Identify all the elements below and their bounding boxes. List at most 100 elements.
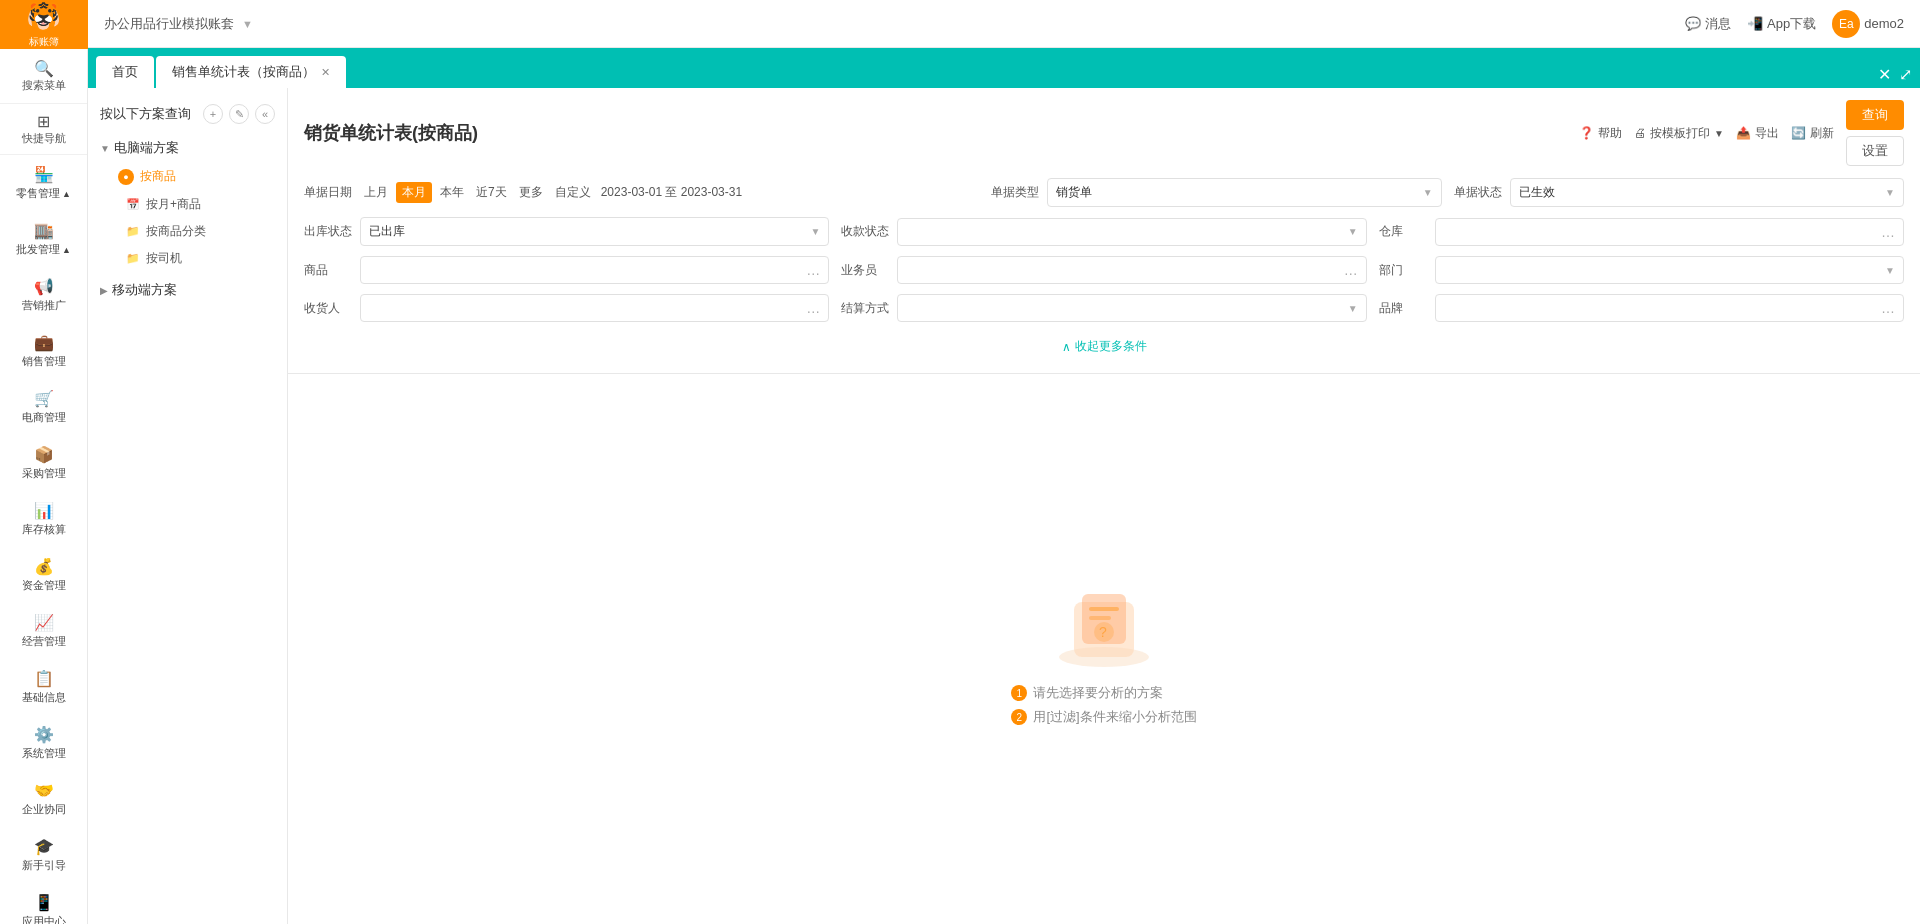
user-profile[interactable]: Ea demo2 bbox=[1832, 10, 1904, 38]
payment-arrow-icon: ▼ bbox=[1348, 303, 1358, 314]
filter-out-status: 出库状态 已出库 ▼ bbox=[304, 217, 829, 246]
date-tab-custom[interactable]: 自定义 bbox=[551, 182, 595, 203]
brand-select[interactable]: … bbox=[1435, 294, 1904, 322]
filter-row-2: 出库状态 已出库 ▼ 收款状态 ▼ 仓库 bbox=[304, 217, 1904, 246]
setting-button[interactable]: 设置 bbox=[1846, 136, 1904, 166]
filter-title-bar: 销货单统计表(按商品) ❓ 帮助 🖨 按模板打印 ▼ bbox=[304, 100, 1904, 166]
plan-item-by-cashier[interactable]: 📁 按司机 bbox=[88, 245, 287, 272]
plan-item-by-product[interactable]: ● 按商品 bbox=[88, 162, 287, 191]
purchase-icon: 📦 bbox=[34, 445, 54, 464]
filter-row-3: 商品 … 业务员 … 部门 bbox=[304, 256, 1904, 284]
sidebar-item-retail[interactable]: 🏪 零售管理▲ bbox=[0, 155, 87, 211]
topbar: 办公用品行业模拟账套 ▼ 💬 消息 📲 App下载 Ea demo2 bbox=[88, 0, 1920, 48]
tab-home-label: 首页 bbox=[112, 63, 138, 81]
date-tab-last-month[interactable]: 上月 bbox=[360, 182, 392, 203]
date-tabs: 上月 本月 本年 近7天 更多 自定义 bbox=[360, 182, 595, 203]
payment-method-select[interactable]: ▼ bbox=[897, 294, 1366, 322]
tip-num-1: 1 bbox=[1011, 685, 1027, 701]
pc-group-label: 电脑端方案 bbox=[114, 139, 179, 157]
active-plan-icon: ● bbox=[118, 169, 134, 185]
tab-close-window-icon[interactable]: ✕ bbox=[1878, 65, 1891, 84]
tab-sales-report[interactable]: 销售单统计表（按商品） ✕ bbox=[156, 56, 346, 88]
empty-tip-1: 1 请先选择要分析的方案 bbox=[1011, 684, 1196, 702]
export-btn[interactable]: 📤 导出 bbox=[1736, 125, 1779, 142]
recipient-dots-icon: … bbox=[806, 300, 820, 316]
sidebar-item-enterprise[interactable]: 🤝 企业协同 bbox=[0, 771, 87, 827]
sidebar-item-marketing[interactable]: 📢 营销推广 bbox=[0, 267, 87, 323]
mobile-group-label: 移动端方案 bbox=[112, 281, 177, 299]
edit-plan-btn[interactable]: ✎ bbox=[229, 104, 249, 124]
empty-illustration: ? bbox=[1044, 572, 1164, 672]
plan-item-month-product-label: 按月+商品 bbox=[146, 196, 201, 213]
app-icon: 📲 bbox=[1747, 16, 1763, 31]
basic-icon: 📋 bbox=[34, 669, 54, 688]
sidebar-quick-nav[interactable]: ⊞ 快捷导航 bbox=[0, 104, 87, 155]
empty-tips: 1 请先选择要分析的方案 2 用[过滤]条件来缩小分析范围 bbox=[1011, 684, 1196, 726]
query-button[interactable]: 查询 bbox=[1846, 100, 1904, 130]
sidebar-item-sales[interactable]: 💼 销售管理 bbox=[0, 323, 87, 379]
tab-close-icon[interactable]: ✕ bbox=[321, 66, 330, 79]
export-label: 导出 bbox=[1755, 125, 1779, 142]
salesperson-select[interactable]: … bbox=[897, 256, 1366, 284]
product-select[interactable]: … bbox=[360, 256, 829, 284]
doc-status-value: 已生效 bbox=[1519, 184, 1555, 201]
enterprise-label: 企业协同 bbox=[22, 802, 66, 817]
salesperson-label: 业务员 bbox=[841, 262, 891, 279]
date-tab-last-7[interactable]: 近7天 bbox=[472, 182, 511, 203]
out-status-label: 出库状态 bbox=[304, 223, 354, 240]
sidebar-item-system[interactable]: ⚙️ 系统管理 bbox=[0, 715, 87, 771]
plan-group-pc-title[interactable]: ▼ 电脑端方案 bbox=[88, 134, 287, 162]
wholesale-label: 批发管理▲ bbox=[16, 242, 71, 257]
finance-icon: 💰 bbox=[34, 557, 54, 576]
content: 按以下方案查询 + ✎ « ▼ 电脑端方案 ● 按商品 📅 按 bbox=[88, 88, 1920, 924]
sub-plan-icon-1: 📅 bbox=[126, 198, 140, 211]
out-status-select[interactable]: 已出库 ▼ bbox=[360, 217, 829, 246]
out-status-value: 已出库 bbox=[369, 223, 405, 240]
message-btn[interactable]: 💬 消息 bbox=[1685, 15, 1731, 33]
tab-maximize-icon[interactable]: ⤢ bbox=[1899, 65, 1912, 84]
plan-group-mobile-title[interactable]: ▶ 移动端方案 bbox=[88, 276, 287, 304]
collapse-panel-btn[interactable]: « bbox=[255, 104, 275, 124]
help-btn[interactable]: ❓ 帮助 bbox=[1579, 125, 1622, 142]
app-download-btn[interactable]: 📲 App下载 bbox=[1747, 15, 1816, 33]
user-name: demo2 bbox=[1864, 16, 1904, 31]
plan-item-by-category[interactable]: 📁 按商品分类 bbox=[88, 218, 287, 245]
tabbar: 首页 销售单统计表（按商品） ✕ ✕ ⤢ bbox=[88, 48, 1920, 88]
tip-text-2: 用[过滤]条件来缩小分析范围 bbox=[1033, 708, 1196, 726]
sidebar-search[interactable]: 🔍 搜索菜单 bbox=[0, 49, 87, 104]
message-label: 消息 bbox=[1705, 15, 1731, 33]
left-panel: 按以下方案查询 + ✎ « ▼ 电脑端方案 ● 按商品 📅 按 bbox=[88, 88, 288, 924]
sidebar-item-purchase[interactable]: 📦 采购管理 bbox=[0, 435, 87, 491]
plan-item-by-month-product[interactable]: 📅 按月+商品 bbox=[88, 191, 287, 218]
collapse-filters-btn[interactable]: ∧ 收起更多条件 bbox=[304, 332, 1904, 361]
department-select[interactable]: ▼ bbox=[1435, 256, 1904, 284]
recipient-select[interactable]: … bbox=[360, 294, 829, 322]
avatar: Ea bbox=[1832, 10, 1860, 38]
empty-illustration-svg: ? bbox=[1044, 572, 1164, 672]
doc-status-select[interactable]: 已生效 ▼ bbox=[1510, 178, 1904, 207]
refresh-btn[interactable]: 🔄 刷新 bbox=[1791, 125, 1834, 142]
date-tab-this-month[interactable]: 本月 bbox=[396, 182, 432, 203]
sidebar-item-ecommerce[interactable]: 🛒 电商管理 bbox=[0, 379, 87, 435]
appstore-icon: 📱 bbox=[34, 893, 54, 912]
sidebar-item-operation[interactable]: 📈 经营管理 bbox=[0, 603, 87, 659]
sidebar-item-finance[interactable]: 💰 资金管理 bbox=[0, 547, 87, 603]
sidebar-item-guide[interactable]: 🎓 新手引导 bbox=[0, 827, 87, 883]
receipt-status-select[interactable]: ▼ bbox=[897, 218, 1366, 246]
refresh-label: 刷新 bbox=[1810, 125, 1834, 142]
sidebar-item-wholesale[interactable]: 🏬 批发管理▲ bbox=[0, 211, 87, 267]
sidebar-item-inventory[interactable]: 📊 库存核算 bbox=[0, 491, 87, 547]
date-tab-more[interactable]: 更多 bbox=[515, 182, 547, 203]
warehouse-select[interactable]: … bbox=[1435, 218, 1904, 246]
doc-type-select[interactable]: 销货单 ▼ bbox=[1047, 178, 1441, 207]
sidebar-item-appstore[interactable]: 📱 应用中心 bbox=[0, 883, 87, 924]
date-tab-this-year[interactable]: 本年 bbox=[436, 182, 468, 203]
dropdown-arrow-icon: ▼ bbox=[242, 18, 253, 30]
print-icon: 🖨 bbox=[1634, 126, 1646, 140]
tab-home[interactable]: 首页 bbox=[96, 56, 154, 88]
add-plan-btn[interactable]: + bbox=[203, 104, 223, 124]
print-btn[interactable]: 🖨 按模板打印 ▼ bbox=[1634, 125, 1724, 142]
sidebar-item-basic[interactable]: 📋 基础信息 bbox=[0, 659, 87, 715]
left-panel-header: 按以下方案查询 + ✎ « bbox=[88, 98, 287, 130]
help-label: 帮助 bbox=[1598, 125, 1622, 142]
